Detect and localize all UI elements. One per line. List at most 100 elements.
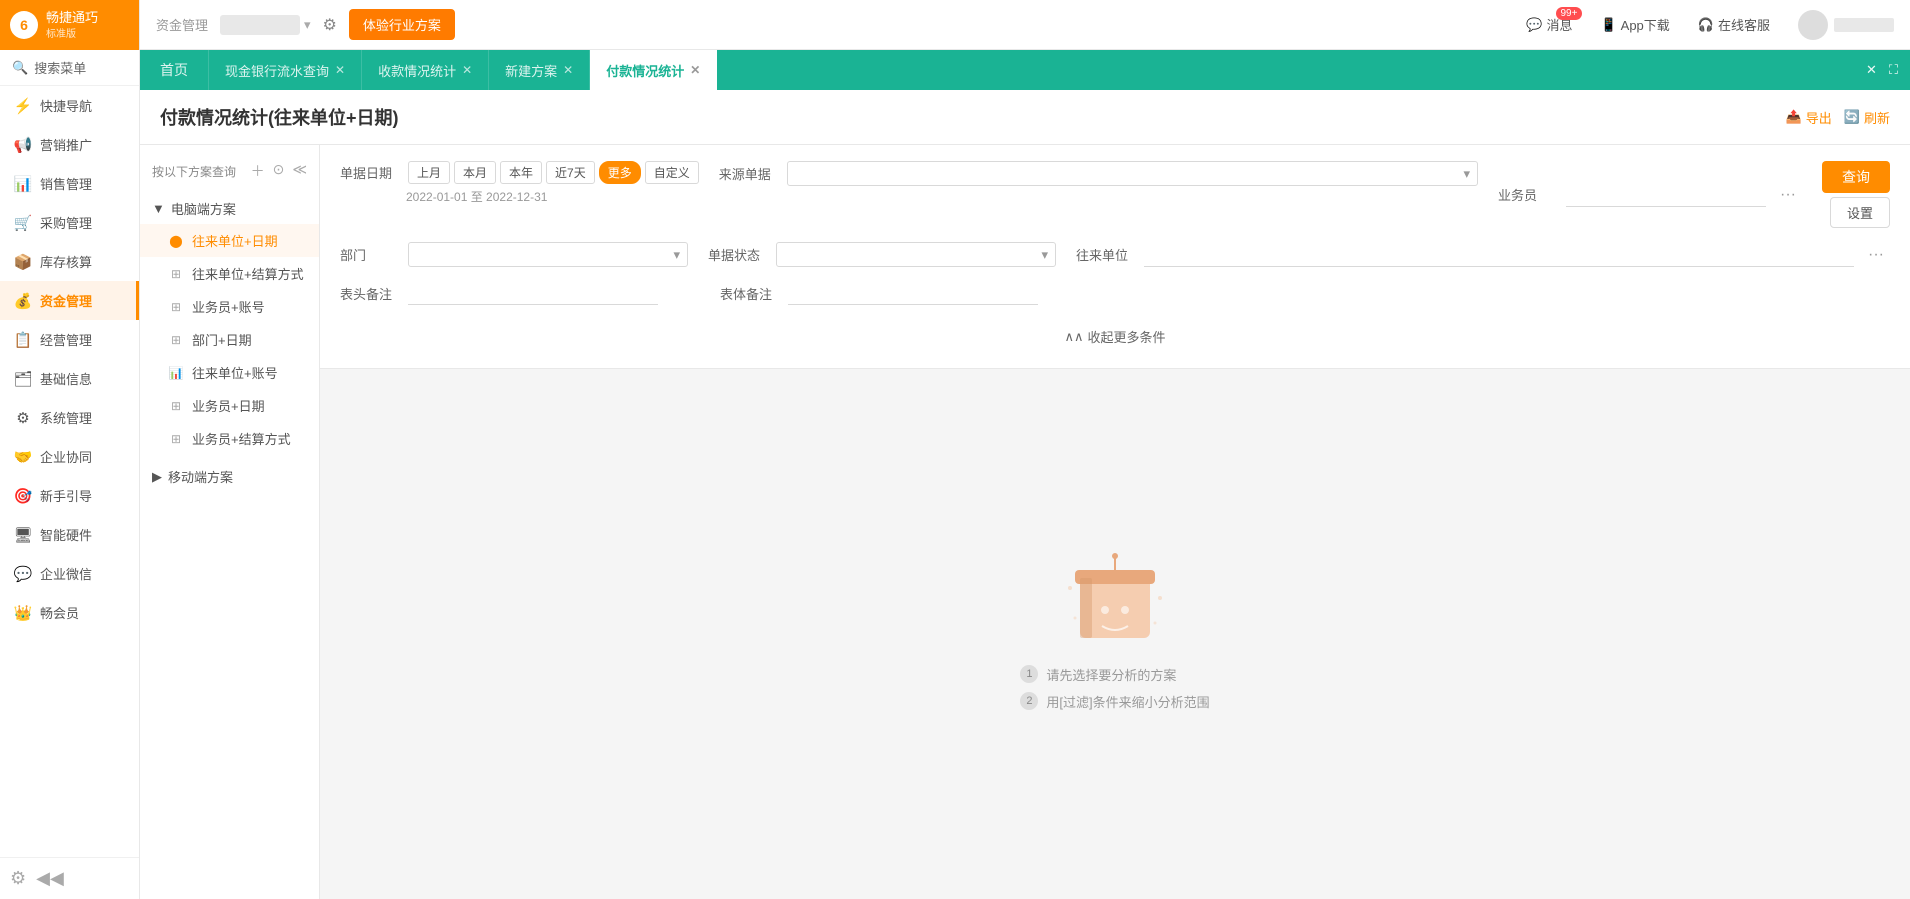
topbar-gear[interactable]: ⚙ bbox=[323, 15, 337, 35]
date-btn-custom[interactable]: 自定义 bbox=[645, 161, 699, 184]
tab-bank-flow[interactable]: 现金银行流水查询 ✕ bbox=[209, 50, 362, 90]
sidebar-item-member[interactable]: 👑 畅会员 bbox=[0, 593, 139, 632]
panel-item-counterpart-date[interactable]: ⬤ 往来单位+日期 bbox=[140, 224, 319, 257]
sidebar-item-label: 营销推广 bbox=[40, 135, 92, 154]
chart-icon: 📊 bbox=[168, 365, 184, 381]
sidebar-item-basic[interactable]: 🗂 基础信息 bbox=[0, 359, 139, 398]
tab-home-label: 首页 bbox=[160, 60, 188, 80]
sidebar-item-hardware[interactable]: 🖥 智能硬件 bbox=[0, 515, 139, 554]
table-body-input[interactable] bbox=[788, 281, 1038, 305]
panel-item-counterpart-settle[interactable]: ⊞ 往来单位+结算方式 bbox=[140, 257, 319, 290]
sidebar-item-sales[interactable]: 📊 销售管理 bbox=[0, 164, 139, 203]
panel-item-staff-account[interactable]: ⊞ 业务员+账号 bbox=[140, 290, 319, 323]
filter-row-3: 表头备注 表体备注 bbox=[340, 281, 1890, 305]
sidebar-item-label: 新手引导 bbox=[40, 486, 92, 505]
settings-icon[interactable]: ⚙ bbox=[10, 868, 26, 889]
close-tab-icon[interactable]: ✕ bbox=[1866, 62, 1877, 78]
tab-new-plan[interactable]: 新建方案 ✕ bbox=[489, 50, 590, 90]
date-filter: 单据日期 上月 本月 本年 近7天 更多 自定义 bbox=[340, 161, 699, 205]
date-btn-last-7days[interactable]: 近7天 bbox=[546, 161, 595, 184]
refresh-btn[interactable]: 🔄 刷新 bbox=[1844, 108, 1890, 127]
left-panel: 按以下方案查询 ＋ ⊙ ≪ ▼ 电脑端方案 bbox=[140, 145, 320, 899]
sidebar-item-label: 系统管理 bbox=[40, 408, 92, 427]
desktop-section: ▼ 电脑端方案 ⬤ 往来单位+日期 ⊞ 往来单位+结算方式 ⊞ bbox=[140, 193, 319, 455]
item-label: 业务员+账号 bbox=[192, 297, 265, 316]
search-label: 搜索菜单 bbox=[34, 58, 86, 77]
sidebar-item-guide[interactable]: 🎯 新手引导 bbox=[0, 476, 139, 515]
tab-close-bank-flow[interactable]: ✕ bbox=[335, 64, 345, 76]
date-label: 单据日期 bbox=[340, 163, 400, 182]
date-btn-this-year[interactable]: 本年 bbox=[500, 161, 542, 184]
add-scheme-icon[interactable]: ＋ bbox=[251, 161, 265, 181]
page-header: 付款情况统计(往来单位+日期) 📤 导出 🔄 刷新 bbox=[140, 90, 1910, 145]
source-label: 来源单据 bbox=[719, 164, 779, 183]
collapse-sidebar-icon[interactable]: ◀◀ bbox=[36, 868, 64, 889]
sidebar-item-quick-nav[interactable]: ⚡ 快捷导航 bbox=[0, 86, 139, 125]
sidebar-item-operation[interactable]: 📋 经营管理 bbox=[0, 320, 139, 359]
export-btn[interactable]: 📤 导出 bbox=[1786, 108, 1832, 127]
sidebar-item-finance[interactable]: 💰 资金管理 bbox=[0, 281, 139, 320]
settings-btn[interactable]: 设置 bbox=[1830, 197, 1890, 228]
panel-item-dept-date[interactable]: ⊞ 部门+日期 bbox=[140, 323, 319, 356]
mobile-section: ▶ 移动端方案 bbox=[140, 461, 319, 492]
voucher-status-select[interactable] bbox=[776, 242, 1056, 267]
dept-label: 部门 bbox=[340, 245, 400, 264]
sidebar-item-marketing[interactable]: 📢 营销推广 bbox=[0, 125, 139, 164]
notify-icon: 💬 bbox=[1526, 17, 1542, 33]
source-select[interactable] bbox=[787, 161, 1478, 186]
panel-item-staff-settle[interactable]: ⊞ 业务员+结算方式 bbox=[140, 422, 319, 455]
date-btn-this-month[interactable]: 本月 bbox=[454, 161, 496, 184]
sidebar-search[interactable]: 🔍 搜索菜单 bbox=[0, 50, 139, 86]
tab-payment-stat[interactable]: 付款情况统计 ✕ bbox=[590, 50, 717, 90]
tab-collection-stat[interactable]: 收款情况统计 ✕ bbox=[362, 50, 489, 90]
table-header-input[interactable] bbox=[408, 281, 658, 305]
collapse-btn[interactable]: ∧∧ 收起更多条件 bbox=[1048, 321, 1181, 352]
tab-close-collection[interactable]: ✕ bbox=[462, 64, 472, 76]
date-btn-last-month[interactable]: 上月 bbox=[408, 161, 450, 184]
counterpart-ellipsis[interactable]: ··· bbox=[1862, 246, 1890, 264]
panel-item-counterpart-account[interactable]: 📊 往来单位+账号 bbox=[140, 356, 319, 389]
sidebar-item-inventory[interactable]: 📦 库存核算 bbox=[0, 242, 139, 281]
sidebar-item-purchase[interactable]: 🛒 采购管理 bbox=[0, 203, 139, 242]
export-icon: 📤 bbox=[1786, 109, 1802, 125]
dept-select[interactable] bbox=[408, 242, 688, 267]
grid-icon: ⊞ bbox=[168, 398, 184, 414]
breadcrumb: 资金管理 bbox=[156, 15, 208, 34]
settings-scheme-icon[interactable]: ⊙ bbox=[273, 161, 285, 181]
expand-tab-icon[interactable]: ⛶ bbox=[1889, 62, 1898, 78]
username bbox=[1834, 18, 1894, 32]
staff-ellipsis[interactable]: ··· bbox=[1774, 186, 1802, 204]
sidebar-item-label: 企业协同 bbox=[40, 447, 92, 466]
hardware-icon: 🖥 bbox=[14, 526, 32, 544]
tab-close-new-plan[interactable]: ✕ bbox=[563, 64, 573, 76]
staff-input[interactable] bbox=[1566, 183, 1766, 207]
counterpart-input[interactable] bbox=[1144, 243, 1854, 267]
sidebar-item-wechat[interactable]: 💬 企业微信 bbox=[0, 554, 139, 593]
sidebar-item-cooperation[interactable]: 🤝 企业协同 bbox=[0, 437, 139, 476]
collapse-panel-icon[interactable]: ≪ bbox=[292, 161, 307, 181]
app-download-btn[interactable]: 📱 App下载 bbox=[1600, 15, 1669, 34]
section-label: 移动端方案 bbox=[168, 467, 233, 486]
desktop-section-header[interactable]: ▼ 电脑端方案 bbox=[140, 193, 319, 224]
basic-icon: 🗂 bbox=[14, 370, 32, 388]
filter-row-1: 单据日期 上月 本月 本年 近7天 更多 自定义 bbox=[340, 161, 1890, 228]
notify-btn[interactable]: 💬 消息 99+ bbox=[1526, 15, 1572, 34]
topbar-dropdown[interactable]: ▾ bbox=[220, 15, 311, 35]
tab-label: 付款情况统计 bbox=[606, 61, 684, 80]
panel-item-staff-date[interactable]: ⊞ 业务员+日期 bbox=[140, 389, 319, 422]
sidebar-item-system[interactable]: ⚙ 系统管理 bbox=[0, 398, 139, 437]
panel-toolbar: 按以下方案查询 ＋ ⊙ ≪ bbox=[140, 155, 319, 187]
date-btn-more[interactable]: 更多 bbox=[599, 161, 641, 184]
mobile-section-header[interactable]: ▶ 移动端方案 bbox=[140, 461, 319, 492]
system-icon: ⚙ bbox=[14, 409, 32, 427]
empty-tip-2: 2 用[过滤]条件来缩小分析范围 bbox=[1020, 692, 1209, 711]
sales-icon: 📊 bbox=[14, 175, 32, 193]
counterpart-filter: 往来单位 ··· bbox=[1076, 243, 1890, 267]
trial-btn[interactable]: 体验行业方案 bbox=[349, 9, 455, 40]
user-area[interactable] bbox=[1798, 10, 1894, 40]
tab-home[interactable]: 首页 bbox=[140, 50, 209, 90]
tab-close-payment[interactable]: ✕ bbox=[690, 64, 700, 76]
query-btn[interactable]: 查询 bbox=[1822, 161, 1890, 193]
item-label: 往来单位+日期 bbox=[192, 231, 278, 250]
online-service-btn[interactable]: 🎧 在线客服 bbox=[1698, 15, 1770, 34]
